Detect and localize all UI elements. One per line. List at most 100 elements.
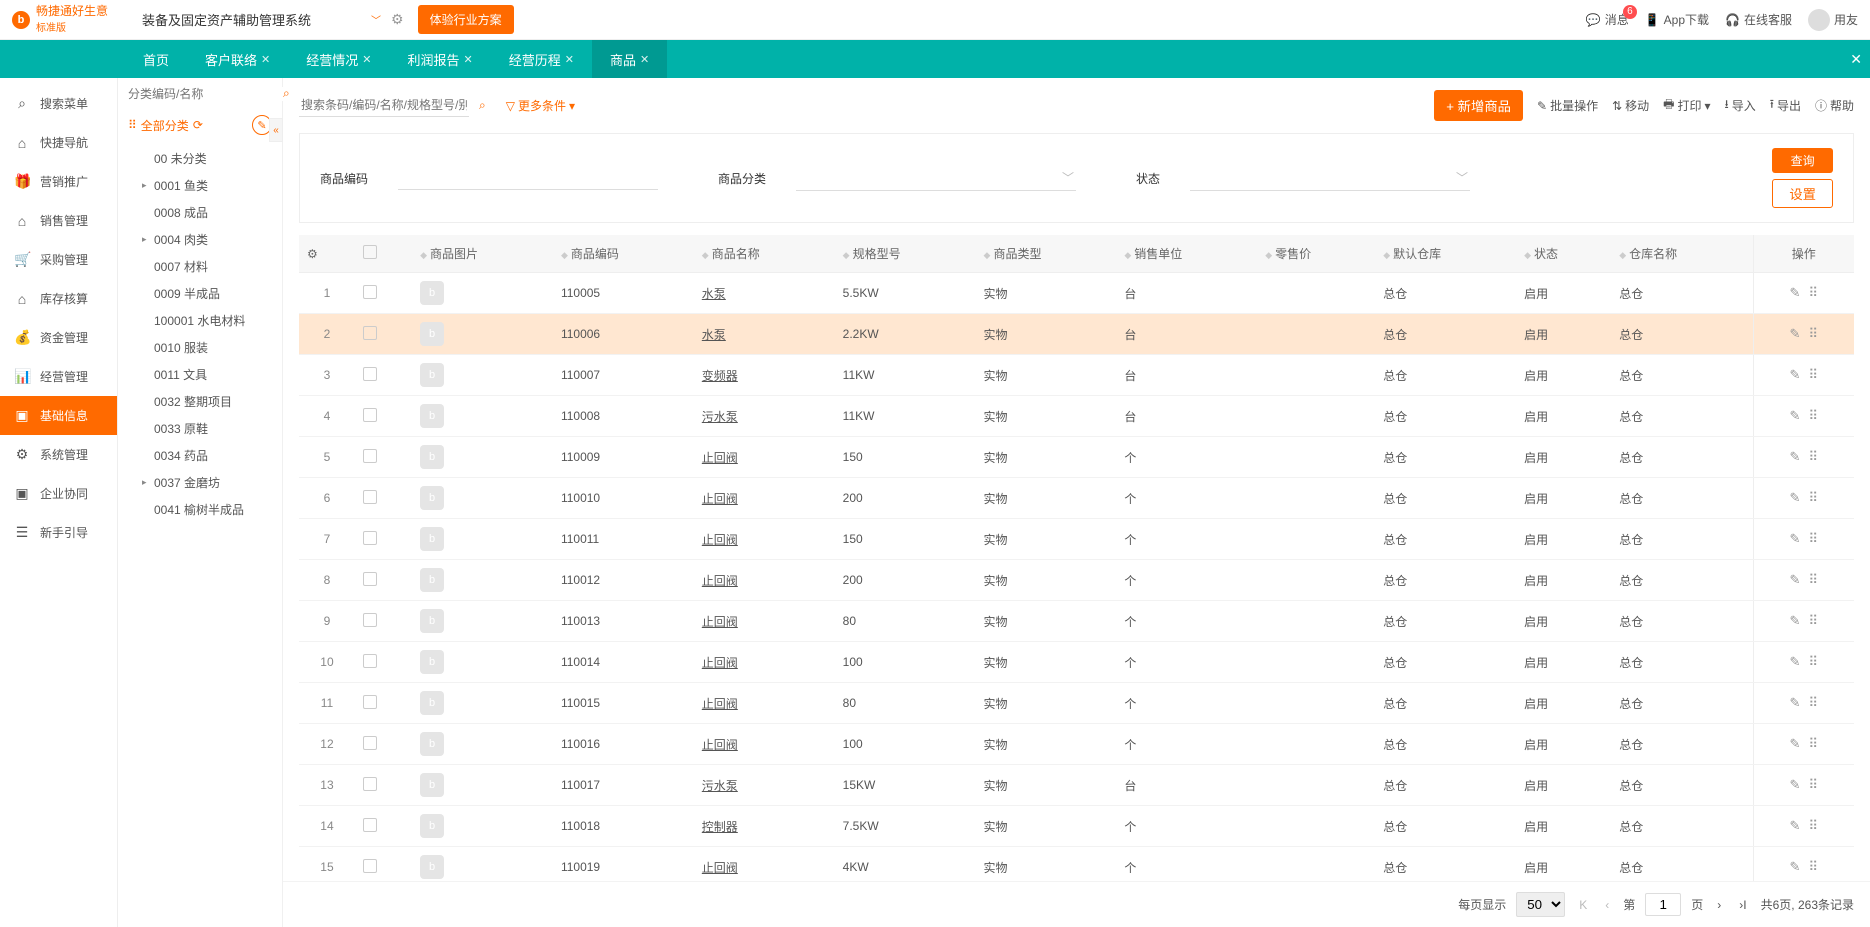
product-name-link[interactable]: 污水泵: [702, 779, 738, 793]
category-node[interactable]: 0033 原鞋: [134, 415, 282, 442]
product-name-link[interactable]: 变频器: [702, 369, 738, 383]
app-download-link[interactable]: 📱 App下载: [1645, 11, 1709, 28]
query-button[interactable]: 查询: [1772, 148, 1833, 173]
tab-首页[interactable]: 首页: [125, 40, 187, 78]
import-button[interactable]: ⭳导入: [1725, 95, 1756, 116]
col-5[interactable]: ◆规格型号: [835, 235, 976, 273]
table-row[interactable]: 12b110016止回阀100实物个总仓启用总仓✎⠿: [299, 724, 1854, 765]
product-name-link[interactable]: 止回阀: [702, 656, 738, 670]
filter-cat-select[interactable]: ﹀: [796, 165, 1076, 191]
gear-icon[interactable]: ⚙: [307, 247, 318, 261]
table-row[interactable]: 3b110007变频器11KW实物台总仓启用总仓✎⠿: [299, 355, 1854, 396]
col-8[interactable]: ◆零售价: [1257, 235, 1375, 273]
more-icon[interactable]: ⠿: [1808, 408, 1818, 423]
more-icon[interactable]: ⠿: [1808, 777, 1818, 792]
edit-icon[interactable]: ✎: [1790, 613, 1801, 628]
product-name-link[interactable]: 止回阀: [702, 615, 738, 629]
row-checkbox[interactable]: [363, 736, 377, 750]
collapse-toggle-icon[interactable]: «: [269, 118, 283, 142]
row-checkbox[interactable]: [363, 326, 377, 340]
edit-icon[interactable]: ✎: [1790, 736, 1801, 751]
col-10[interactable]: ◆状态: [1516, 235, 1611, 273]
category-node[interactable]: ▸0037 金磨坊: [134, 469, 282, 496]
messages-link[interactable]: 💬 消息 6: [1586, 11, 1629, 28]
more-icon[interactable]: ⠿: [1808, 285, 1818, 300]
category-node[interactable]: ▸0001 鱼类: [134, 172, 282, 199]
first-page-button[interactable]: K: [1575, 898, 1591, 912]
product-name-link[interactable]: 止回阀: [702, 492, 738, 506]
tab-客户联络[interactable]: 客户联络✕: [187, 40, 288, 78]
row-checkbox[interactable]: [363, 695, 377, 709]
category-node[interactable]: 0034 药品: [134, 442, 282, 469]
nav-销售管理[interactable]: ⌂销售管理: [0, 201, 117, 240]
row-checkbox[interactable]: [363, 531, 377, 545]
category-search-input[interactable]: [128, 87, 283, 101]
last-page-button[interactable]: ›I: [1735, 898, 1750, 912]
table-row[interactable]: 7b110011止回阀150实物个总仓启用总仓✎⠿: [299, 519, 1854, 560]
table-row[interactable]: 5b110009止回阀150实物个总仓启用总仓✎⠿: [299, 437, 1854, 478]
user-menu[interactable]: 用友: [1808, 9, 1858, 31]
edit-icon[interactable]: ✎: [1790, 818, 1801, 833]
help-button[interactable]: ⓘ帮助: [1815, 97, 1854, 114]
edit-icon[interactable]: ✎: [1790, 449, 1801, 464]
product-name-link[interactable]: 止回阀: [702, 451, 738, 465]
edit-icon[interactable]: ✎: [1790, 285, 1801, 300]
checkbox-all[interactable]: [363, 245, 377, 259]
product-name-link[interactable]: 污水泵: [702, 410, 738, 424]
more-icon[interactable]: ⠿: [1808, 531, 1818, 546]
col-0[interactable]: ⚙: [299, 235, 355, 273]
batch-button[interactable]: ✎批量操作: [1537, 97, 1598, 114]
nav-经营管理[interactable]: 📊经营管理: [0, 357, 117, 396]
filter-status-select[interactable]: ﹀: [1190, 165, 1470, 191]
tab-利润报告[interactable]: 利润报告✕: [389, 40, 490, 78]
category-head[interactable]: ⠿ 全部分类 ⟳ ✎: [118, 109, 282, 141]
close-icon[interactable]: ✕: [261, 53, 270, 66]
edit-icon[interactable]: ✎: [1790, 859, 1801, 874]
edit-icon[interactable]: ✎: [1790, 490, 1801, 505]
category-node[interactable]: 0041 榆树半成品: [134, 496, 282, 523]
category-node[interactable]: 00 未分类: [134, 145, 282, 172]
more-icon[interactable]: ⠿: [1808, 818, 1818, 833]
category-node[interactable]: 0010 服装: [134, 334, 282, 361]
more-icon[interactable]: ⠿: [1808, 736, 1818, 751]
close-icon[interactable]: ✕: [362, 53, 371, 66]
table-row[interactable]: 2b110006水泵2.2KW实物台总仓启用总仓✎⠿: [299, 314, 1854, 355]
edit-icon[interactable]: ✎: [1790, 531, 1801, 546]
system-select[interactable]: 装备及固定资产辅助管理系统 ﹀: [142, 10, 381, 29]
more-icon[interactable]: ⠿: [1808, 695, 1818, 710]
row-checkbox[interactable]: [363, 367, 377, 381]
more-conditions-link[interactable]: ▽ 更多条件 ▾: [506, 97, 575, 114]
table-row[interactable]: 9b110013止回阀80实物个总仓启用总仓✎⠿: [299, 601, 1854, 642]
category-node[interactable]: 0011 文具: [134, 361, 282, 388]
edit-icon[interactable]: ✎: [1790, 326, 1801, 341]
row-checkbox[interactable]: [363, 613, 377, 627]
category-node[interactable]: 0032 整期项目: [134, 388, 282, 415]
filter-code-input[interactable]: [398, 166, 658, 190]
table-wrap[interactable]: ⚙◆商品图片◆商品编码◆商品名称◆规格型号◆商品类型◆销售单位◆零售价◆默认仓库…: [299, 235, 1854, 881]
tab-经营情况[interactable]: 经营情况✕: [288, 40, 389, 78]
page-size-select[interactable]: 50: [1516, 892, 1565, 917]
col-4[interactable]: ◆商品名称: [694, 235, 835, 273]
export-button[interactable]: ⭱导出: [1770, 95, 1801, 116]
close-icon[interactable]: ✕: [640, 53, 649, 66]
nav-新手引导[interactable]: ☰新手引导: [0, 513, 117, 552]
service-link[interactable]: 🎧 在线客服: [1725, 11, 1792, 28]
col-2[interactable]: ◆商品图片: [412, 235, 553, 273]
table-row[interactable]: 8b110012止回阀200实物个总仓启用总仓✎⠿: [299, 560, 1854, 601]
more-icon[interactable]: ⠿: [1808, 613, 1818, 628]
tab-商品[interactable]: 商品✕: [592, 40, 667, 78]
nav-库存核算[interactable]: ⌂库存核算: [0, 279, 117, 318]
product-name-link[interactable]: 止回阀: [702, 738, 738, 752]
row-checkbox[interactable]: [363, 449, 377, 463]
table-row[interactable]: 1b110005水泵5.5KW实物台总仓启用总仓✎⠿: [299, 273, 1854, 314]
more-icon[interactable]: ⠿: [1808, 572, 1818, 587]
edit-icon[interactable]: ✎: [1790, 367, 1801, 382]
category-node[interactable]: 100001 水电材料: [134, 307, 282, 334]
col-9[interactable]: ◆默认仓库: [1375, 235, 1516, 273]
product-name-link[interactable]: 控制器: [702, 820, 738, 834]
nav-系统管理[interactable]: ⚙系统管理: [0, 435, 117, 474]
table-row[interactable]: 6b110010止回阀200实物个总仓启用总仓✎⠿: [299, 478, 1854, 519]
trial-button[interactable]: 体验行业方案: [418, 5, 514, 34]
table-row[interactable]: 13b110017污水泵15KW实物台总仓启用总仓✎⠿: [299, 765, 1854, 806]
search-icon[interactable]: ⌕: [283, 86, 290, 101]
